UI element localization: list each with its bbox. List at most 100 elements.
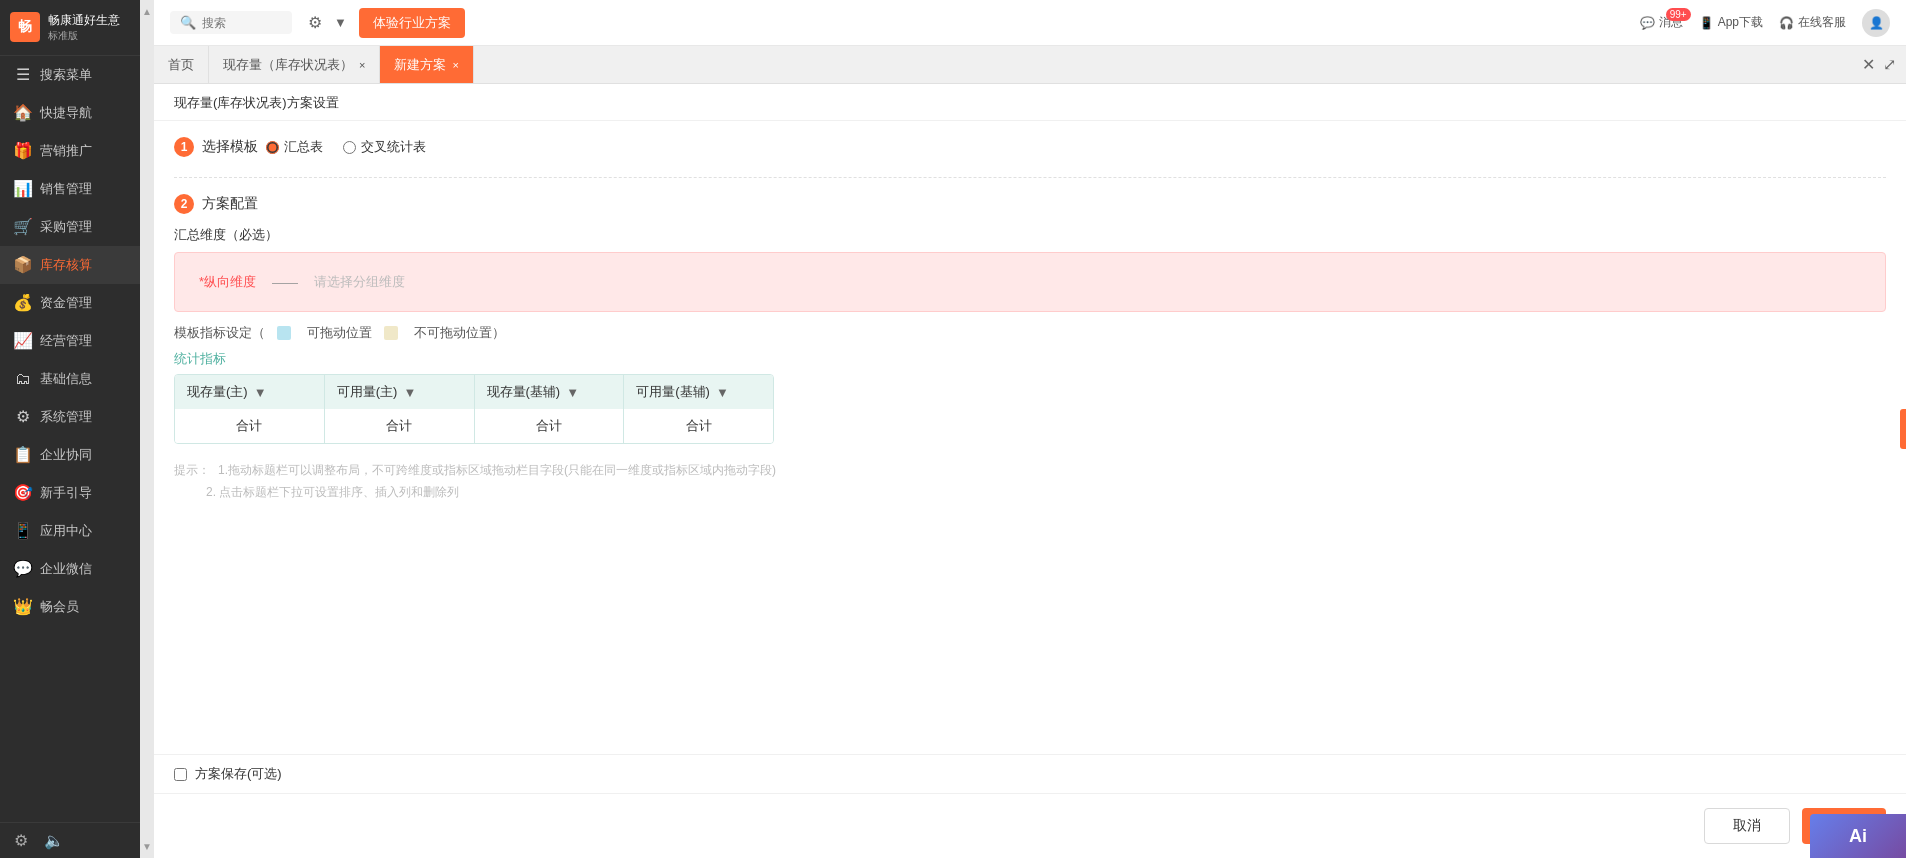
col-1-dropdown-icon[interactable]: ▼ — [403, 385, 416, 400]
message-icon: 💬 — [1640, 16, 1655, 30]
sidebar-item-label: 企业协同 — [40, 446, 92, 464]
stats-section-title: 统计指标 — [174, 350, 1886, 368]
form-content: 1 选择模板 汇总表 交叉统计表 — [154, 121, 1906, 754]
sidebar-scroll-indicator: ▲ ▼ — [140, 0, 154, 858]
user-avatar[interactable]: 👤 — [1862, 9, 1890, 37]
search-input[interactable] — [202, 16, 282, 30]
tab-new-plan-close[interactable]: × — [452, 59, 458, 71]
radio-summary[interactable]: 汇总表 — [266, 138, 323, 156]
section2-num: 2 — [174, 194, 194, 214]
settings-icon[interactable]: ⚙ — [14, 831, 28, 850]
header-right: 💬 消息 99+ 📱 App下载 🎧 在线客服 👤 — [1640, 9, 1890, 37]
quick-nav-icon: 🏠 — [14, 104, 32, 122]
sidebar-item-label: 企业微信 — [40, 560, 92, 578]
sidebar-item-purchase[interactable]: 🛒 采购管理 — [0, 208, 140, 246]
stats-col-0-label: 现存量(主) — [187, 383, 248, 401]
stats-col-1[interactable]: 可用量(主) ▼ — [325, 375, 475, 409]
volume-icon[interactable]: 🔈 — [44, 831, 64, 850]
cancel-button[interactable]: 取消 — [1704, 808, 1790, 844]
tip-0-text: 1.拖动标题栏可以调整布局，不可跨维度或指标区域拖动栏目字段(只能在同一维度或指… — [218, 460, 776, 482]
stats-col-2[interactable]: 现存量(基辅) ▼ — [475, 375, 625, 409]
sidebar-item-label: 库存核算 — [40, 256, 92, 274]
membership-icon: 👑 — [14, 598, 32, 616]
sales-icon: 📊 — [14, 180, 32, 198]
col-2-dropdown-icon[interactable]: ▼ — [566, 385, 579, 400]
corp-wechat-icon: 💬 — [14, 560, 32, 578]
radio-cross-input[interactable] — [343, 141, 356, 154]
dimension-dash: —— — [272, 275, 298, 290]
sidebar-item-label: 搜索菜单 — [40, 66, 92, 84]
sidebar-item-app-center[interactable]: 📱 应用中心 — [0, 512, 140, 550]
headset-icon: 🎧 — [1779, 16, 1794, 30]
sidebar-item-inventory[interactable]: 📦 库存核算 — [0, 246, 140, 284]
sidebar-item-operations[interactable]: 📈 经营管理 — [0, 322, 140, 360]
sidebar-item-corp-wechat[interactable]: 💬 企业微信 — [0, 550, 140, 588]
tab-bar-actions: ✕ ⤢ — [1862, 55, 1906, 74]
tab-new-plan[interactable]: 新建方案 × — [380, 46, 473, 83]
operations-icon: 📈 — [14, 332, 32, 350]
app-download-item[interactable]: 📱 App下载 — [1699, 14, 1763, 31]
tip-1-text: 2. 点击标题栏下拉可设置排序、插入列和删除列 — [206, 482, 459, 504]
section1-header: 1 选择模板 汇总表 交叉统计表 — [174, 137, 1886, 157]
sidebar-item-label: 基础信息 — [40, 370, 92, 388]
dimension-placeholder[interactable]: 请选择分组维度 — [314, 273, 405, 291]
sidebar-item-newcomer[interactable]: 🎯 新手引导 — [0, 474, 140, 512]
sidebar-item-sales[interactable]: 📊 销售管理 — [0, 170, 140, 208]
radio-cross[interactable]: 交叉统计表 — [343, 138, 426, 156]
radio-summary-input[interactable] — [266, 141, 279, 154]
sidebar-item-system[interactable]: ⚙ 系统管理 — [0, 398, 140, 436]
sidebar-item-label: 营销推广 — [40, 142, 92, 160]
company-icon: 📋 — [14, 446, 32, 464]
marketing-icon: 🎁 — [14, 142, 32, 160]
sidebar-item-search-menu[interactable]: ☰ 搜索菜单 — [0, 56, 140, 94]
col-0-dropdown-icon[interactable]: ▼ — [254, 385, 267, 400]
sidebar-item-label: 资金管理 — [40, 294, 92, 312]
purchase-icon: 🛒 — [14, 218, 32, 236]
tab-expand-button[interactable]: ⤢ — [1883, 55, 1896, 74]
template-radio-group: 汇总表 交叉统计表 — [266, 138, 426, 156]
page-title: 现存量(库存状况表)方案设置 — [154, 84, 1906, 121]
drag-indicator-box — [277, 326, 291, 340]
tab-close-button[interactable]: ✕ — [1862, 55, 1875, 74]
tab-inventory[interactable]: 现存量（库存状况表） × — [209, 46, 380, 83]
stats-col-0[interactable]: 现存量(主) ▼ — [175, 375, 325, 409]
tip-line-0: 提示： 1.拖动标题栏可以调整布局，不可跨维度或指标区域拖动栏目字段(只能在同一… — [174, 460, 1886, 482]
sidebar-item-membership[interactable]: 👑 畅会员 — [0, 588, 140, 626]
stats-col-3-label: 可用量(基辅) — [636, 383, 710, 401]
finance-icon: 💰 — [14, 294, 32, 312]
online-service-item[interactable]: 🎧 在线客服 — [1779, 14, 1846, 31]
header-search-box[interactable]: 🔍 — [170, 11, 292, 34]
dimension-required-label: 汇总维度（必选） — [174, 226, 1886, 244]
stats-col-2-label: 现存量(基辅) — [487, 383, 561, 401]
tab-inventory-close[interactable]: × — [359, 59, 365, 71]
section-divider — [174, 177, 1886, 178]
sidebar-item-basic-info[interactable]: 🗂 基础信息 — [0, 360, 140, 398]
message-item[interactable]: 💬 消息 99+ — [1640, 14, 1683, 31]
stats-table-header: 现存量(主) ▼ 可用量(主) ▼ 现存量(基辅) ▼ — [175, 375, 773, 409]
header-dropdown-icon[interactable]: ▼ — [334, 15, 347, 30]
industry-plan-button[interactable]: 体验行业方案 — [359, 8, 465, 38]
no-drag-indicator-box — [384, 326, 398, 340]
sidebar-item-finance[interactable]: 💰 资金管理 — [0, 284, 140, 322]
stats-col-3[interactable]: 可用量(基辅) ▼ — [624, 375, 773, 409]
stats-cell-0: 合计 — [175, 409, 325, 443]
scroll-down-arrow[interactable]: ▼ — [140, 839, 154, 854]
basic-info-icon: 🗂 — [14, 370, 32, 388]
sidebar-item-company[interactable]: 📋 企业协同 — [0, 436, 140, 474]
ai-fab-button[interactable]: Ai — [1810, 814, 1906, 858]
section-choose-template: 1 选择模板 汇总表 交叉统计表 — [174, 137, 1886, 157]
tab-bar: 首页 现存量（库存状况表） × 新建方案 × ✕ ⤢ — [154, 46, 1906, 84]
vertical-dimension-label: *纵向维度 — [199, 273, 256, 291]
col-3-dropdown-icon[interactable]: ▼ — [716, 385, 729, 400]
stats-cell-3: 合计 — [624, 409, 773, 443]
scroll-up-arrow[interactable]: ▲ — [140, 4, 154, 19]
indicators-label-text: 模板指标设定（ — [174, 324, 265, 342]
sidebar: 畅 畅康通好生意 标准版 ☰ 搜索菜单 🏠 快捷导航 🎁 营销推广 📊 销售管理… — [0, 0, 140, 858]
sidebar-item-marketing[interactable]: 🎁 营销推广 — [0, 132, 140, 170]
tip-line-1: 2. 点击标题栏下拉可设置排序、插入列和删除列 — [174, 482, 1886, 504]
sidebar-item-quick-nav[interactable]: 🏠 快捷导航 — [0, 94, 140, 132]
tab-home[interactable]: 首页 — [154, 46, 209, 83]
header-gear-icon[interactable]: ⚙ — [308, 13, 322, 32]
save-checkbox[interactable] — [174, 768, 187, 781]
online-service-label: 在线客服 — [1798, 14, 1846, 31]
